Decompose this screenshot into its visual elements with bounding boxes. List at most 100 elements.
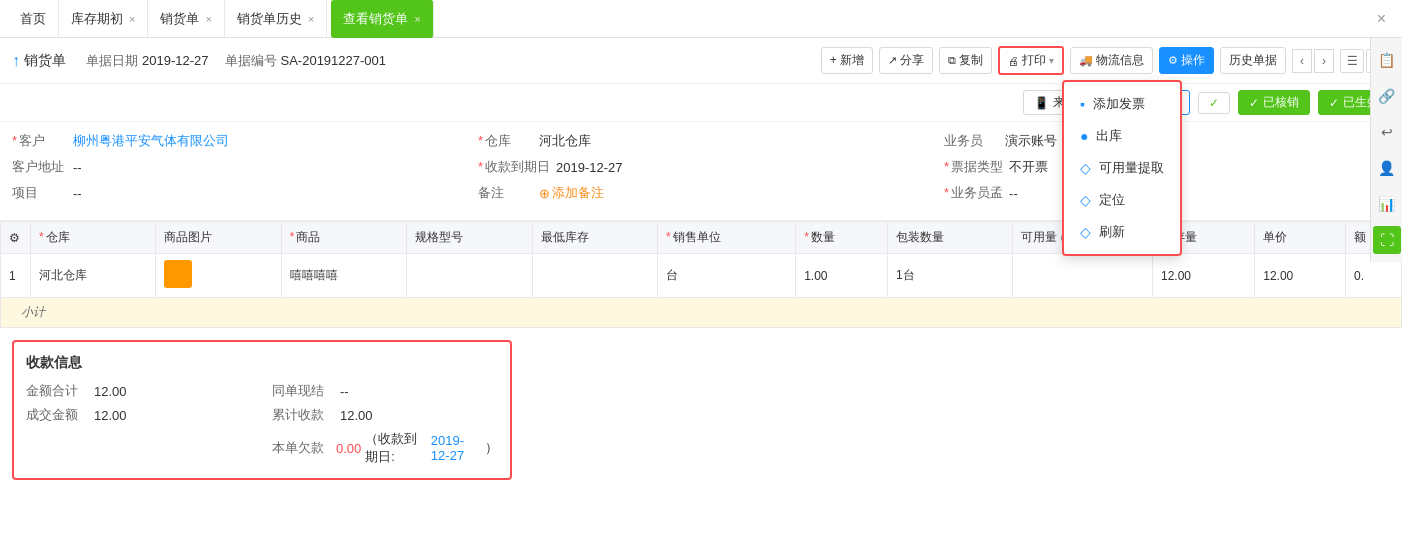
customer-value[interactable]: 柳州粤港平安气体有限公司 xyxy=(73,132,229,150)
outbound-label: 出库 xyxy=(1096,127,1122,145)
available-pickup-label: 可用量提取 xyxy=(1099,159,1164,177)
right-icon-expand[interactable]: ⛶ xyxy=(1373,226,1401,254)
dropdown-available-pickup[interactable]: ◇ 可用量提取 xyxy=(1064,152,1180,184)
tab-sales-history[interactable]: 销货单历史 × xyxy=(225,0,327,38)
tab-view-sales[interactable]: 查看销货单 × xyxy=(331,0,433,38)
ticket-value: 不开票 xyxy=(1009,158,1048,176)
payment-same-order-item: 同单现结 -- xyxy=(272,382,498,400)
due-date-field: 收款到期日 2019-12-27 xyxy=(478,158,924,176)
tab-bar: 首页 库存期初 × 销货单 × 销货单历史 × 查看销货单 × × xyxy=(0,0,1402,38)
toolbar: + 新增 ↗ 分享 ⧉ 复制 🖨 打印 ▾ 🚚 物流信息 xyxy=(821,46,1390,75)
doc-meta: 单据日期 2019-12-27 单据编号 SA-20191227-001 xyxy=(86,52,821,70)
staff-value: 演示账号 xyxy=(1005,132,1057,150)
right-icon-return[interactable]: ↩ xyxy=(1373,118,1401,146)
tab-sales[interactable]: 销货单 × xyxy=(148,0,224,38)
history-button[interactable]: 历史单据 xyxy=(1220,47,1286,74)
operation-button[interactable]: ⚙ 操作 xyxy=(1159,47,1214,74)
col-spec: 规格型号 xyxy=(407,222,532,254)
add-note-button[interactable]: ⊕ 添加备注 xyxy=(539,184,604,202)
add-invoice-icon: ▪ xyxy=(1080,96,1085,112)
right-icon-clipboard[interactable]: 📋 xyxy=(1373,46,1401,74)
doc-title: ↑ 销货单 xyxy=(12,52,66,70)
new-button[interactable]: + 新增 xyxy=(821,47,873,74)
tab-sales-close[interactable]: × xyxy=(205,13,211,25)
col-image: 商品图片 xyxy=(156,222,281,254)
right-panel: 📋 🔗 ↩ 👤 📊 ⛶ xyxy=(1370,38,1402,262)
cell-current: 12.00 xyxy=(1153,254,1255,298)
cell-product: 嘻嘻嘻嘻 xyxy=(281,254,406,298)
next-arrow[interactable]: › xyxy=(1314,49,1334,73)
window-close-button[interactable]: × xyxy=(1369,10,1394,28)
project-label: 项目 xyxy=(12,184,67,202)
payment-due-value: 0.00 xyxy=(336,441,361,456)
sold-button[interactable]: ✓ 已核销 xyxy=(1238,90,1310,115)
copy-button[interactable]: ⧉ 复制 xyxy=(939,47,992,74)
subtotal-row: 小计 xyxy=(1,298,1402,328)
customer-field: 客户 柳州粤港平安气体有限公司 xyxy=(12,132,458,150)
list-view-button[interactable]: ☰ xyxy=(1340,49,1364,73)
check-button[interactable]: ✓ xyxy=(1198,92,1230,114)
cell-unit-price: 12.00 xyxy=(1255,254,1346,298)
dropdown-outbound[interactable]: ● 出库 xyxy=(1064,120,1180,152)
refresh-icon: ◇ xyxy=(1080,224,1091,240)
tab-inventory[interactable]: 库存期初 × xyxy=(59,0,148,38)
dropdown-add-invoice[interactable]: ▪ 添加发票 xyxy=(1064,88,1180,120)
tab-sales-history-label: 销货单历史 xyxy=(237,10,302,28)
form-row-3: 项目 -- 备注 ⊕ 添加备注 业务员孟 -- xyxy=(12,184,1390,202)
warehouse-value: 河北仓库 xyxy=(539,132,591,150)
payment-same-order-label: 同单现结 xyxy=(272,382,332,400)
doc-date-label: 单据日期 xyxy=(86,52,138,70)
doc-title-icon: ↑ xyxy=(12,52,20,70)
logistics-button-label: 物流信息 xyxy=(1096,52,1144,69)
staff2-label: 业务员孟 xyxy=(944,184,1003,202)
new-button-label: + 新增 xyxy=(830,52,864,69)
tab-view-sales-close[interactable]: × xyxy=(414,13,420,25)
tab-home[interactable]: 首页 xyxy=(8,0,59,38)
col-product: 商品 xyxy=(281,222,406,254)
tab-view-sales-label: 查看销货单 xyxy=(343,10,408,28)
locate-label: 定位 xyxy=(1099,191,1125,209)
doc-number-value: SA-20191227-001 xyxy=(281,53,387,68)
payment-transaction-value: 12.00 xyxy=(94,408,127,423)
cell-min-stock xyxy=(532,254,657,298)
sold-label: 已核销 xyxy=(1263,94,1299,111)
dropdown-locate[interactable]: ◇ 定位 xyxy=(1064,184,1180,216)
right-icon-link[interactable]: 🔗 xyxy=(1373,82,1401,110)
tab-inventory-close[interactable]: × xyxy=(129,13,135,25)
form-row-1: 客户 柳州粤港平安气体有限公司 仓库 河北仓库 业务员 演示账号 xyxy=(12,132,1390,150)
phone-icon: 📱 xyxy=(1034,96,1049,110)
print-button[interactable]: 🖨 打印 ▾ xyxy=(998,46,1064,75)
locate-icon: ◇ xyxy=(1080,192,1091,208)
ticket-label: 票据类型 xyxy=(944,158,1003,176)
prev-arrow[interactable]: ‹ xyxy=(1292,49,1312,73)
dropdown-refresh[interactable]: ◇ 刷新 xyxy=(1064,216,1180,248)
logistics-button[interactable]: 🚚 物流信息 xyxy=(1070,47,1153,74)
due-date-value: 2019-12-27 xyxy=(556,160,623,175)
col-setting: ⚙ xyxy=(1,222,31,254)
project-field: 项目 -- xyxy=(12,184,458,202)
tab-home-label: 首页 xyxy=(20,10,46,28)
available-pickup-icon: ◇ xyxy=(1080,160,1091,176)
share-icon: ↗ xyxy=(888,54,897,67)
cell-qty: 1.00 xyxy=(796,254,888,298)
share-button[interactable]: ↗ 分享 xyxy=(879,47,933,74)
doc-number-item: 单据编号 SA-20191227-001 xyxy=(225,52,387,70)
payment-same-order-value: -- xyxy=(340,384,349,399)
form-section: 客户 柳州粤港平安气体有限公司 仓库 河北仓库 业务员 演示账号 客户地址 -- xyxy=(0,122,1402,221)
form-row-2: 客户地址 -- 收款到期日 2019-12-27 票据类型 不开票 xyxy=(12,158,1390,176)
operation-dropdown: ▪ 添加发票 ● 出库 ◇ 可用量提取 ◇ 定位 ◇ 刷新 xyxy=(1062,80,1182,256)
right-icon-user[interactable]: 👤 xyxy=(1373,154,1401,182)
right-icon-chart[interactable]: 📊 xyxy=(1373,190,1401,218)
col-pack-qty: 包装数量 xyxy=(888,222,1013,254)
tab-sales-history-close[interactable]: × xyxy=(308,13,314,25)
history-button-label: 历史单据 xyxy=(1229,52,1277,69)
staff-label: 业务员 xyxy=(944,132,999,150)
payment-total-label: 金额合计 xyxy=(26,382,86,400)
cell-image xyxy=(156,254,281,298)
col-warehouse: 仓库 xyxy=(31,222,156,254)
cell-unit: 台 xyxy=(657,254,795,298)
tab-inventory-label: 库存期初 xyxy=(71,10,123,28)
print-dropdown-arrow: ▾ xyxy=(1049,55,1054,66)
doc-header: ↑ 销货单 单据日期 2019-12-27 单据编号 SA-20191227-0… xyxy=(0,38,1402,84)
table-row: 1 河北仓库 嘻嘻嘻嘻 台 1.00 1台 12 xyxy=(1,254,1402,298)
